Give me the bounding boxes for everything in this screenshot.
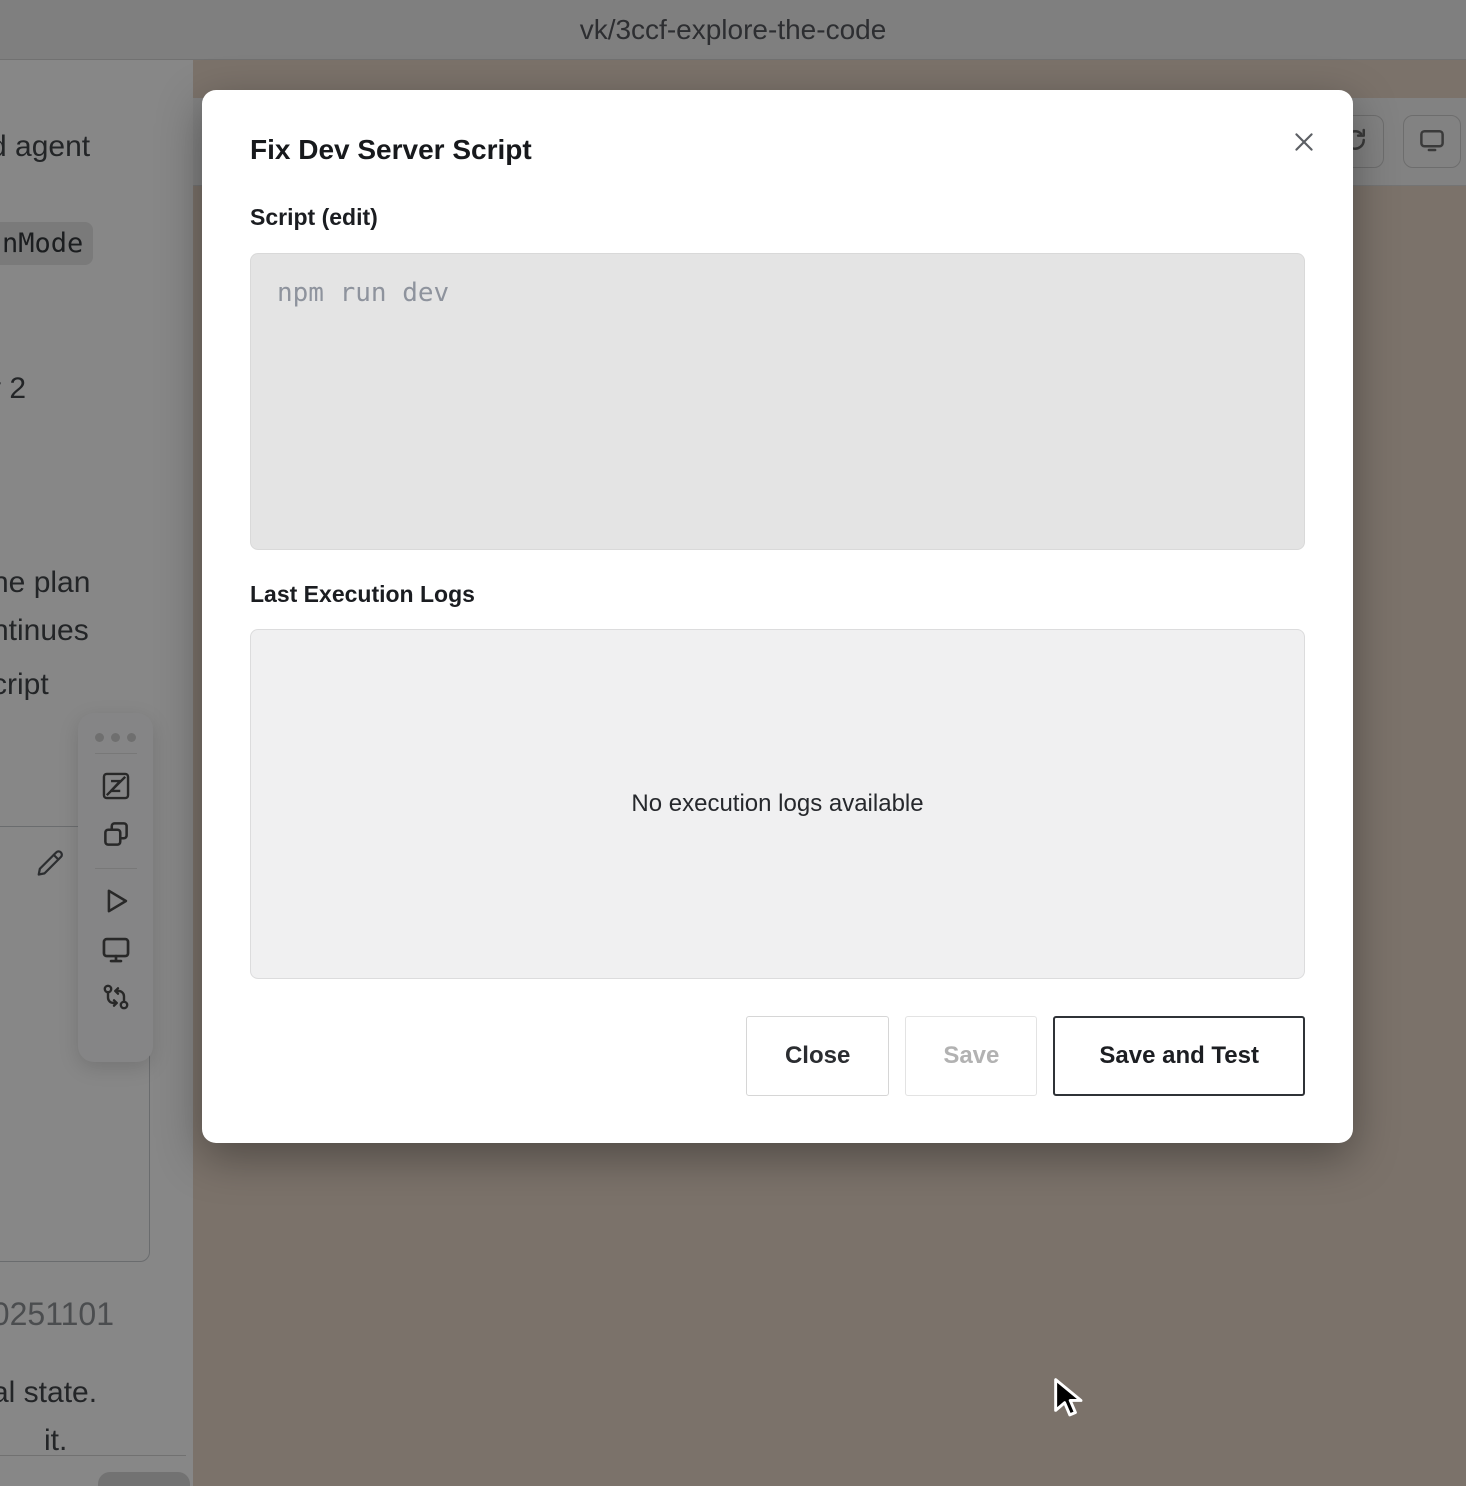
close-dialog-button[interactable] (1289, 128, 1319, 158)
close-button[interactable]: Close (745, 1016, 890, 1096)
fix-dev-server-dialog: Fix Dev Server Script Script (edit) Last… (202, 90, 1353, 1143)
logs-label: Last Execution Logs (250, 581, 475, 607)
execution-logs-box: No execution logs available (250, 629, 1305, 979)
close-icon (1291, 129, 1317, 158)
dialog-footer: Close Save Save and Test (250, 1016, 1305, 1096)
save-and-test-button[interactable]: Save and Test (1053, 1016, 1305, 1096)
script-input[interactable] (250, 253, 1305, 550)
script-label: Script (edit) (250, 204, 378, 230)
logs-empty-message: No execution logs available (631, 790, 924, 817)
dialog-title: Fix Dev Server Script (250, 134, 532, 165)
save-button: Save (905, 1016, 1038, 1096)
